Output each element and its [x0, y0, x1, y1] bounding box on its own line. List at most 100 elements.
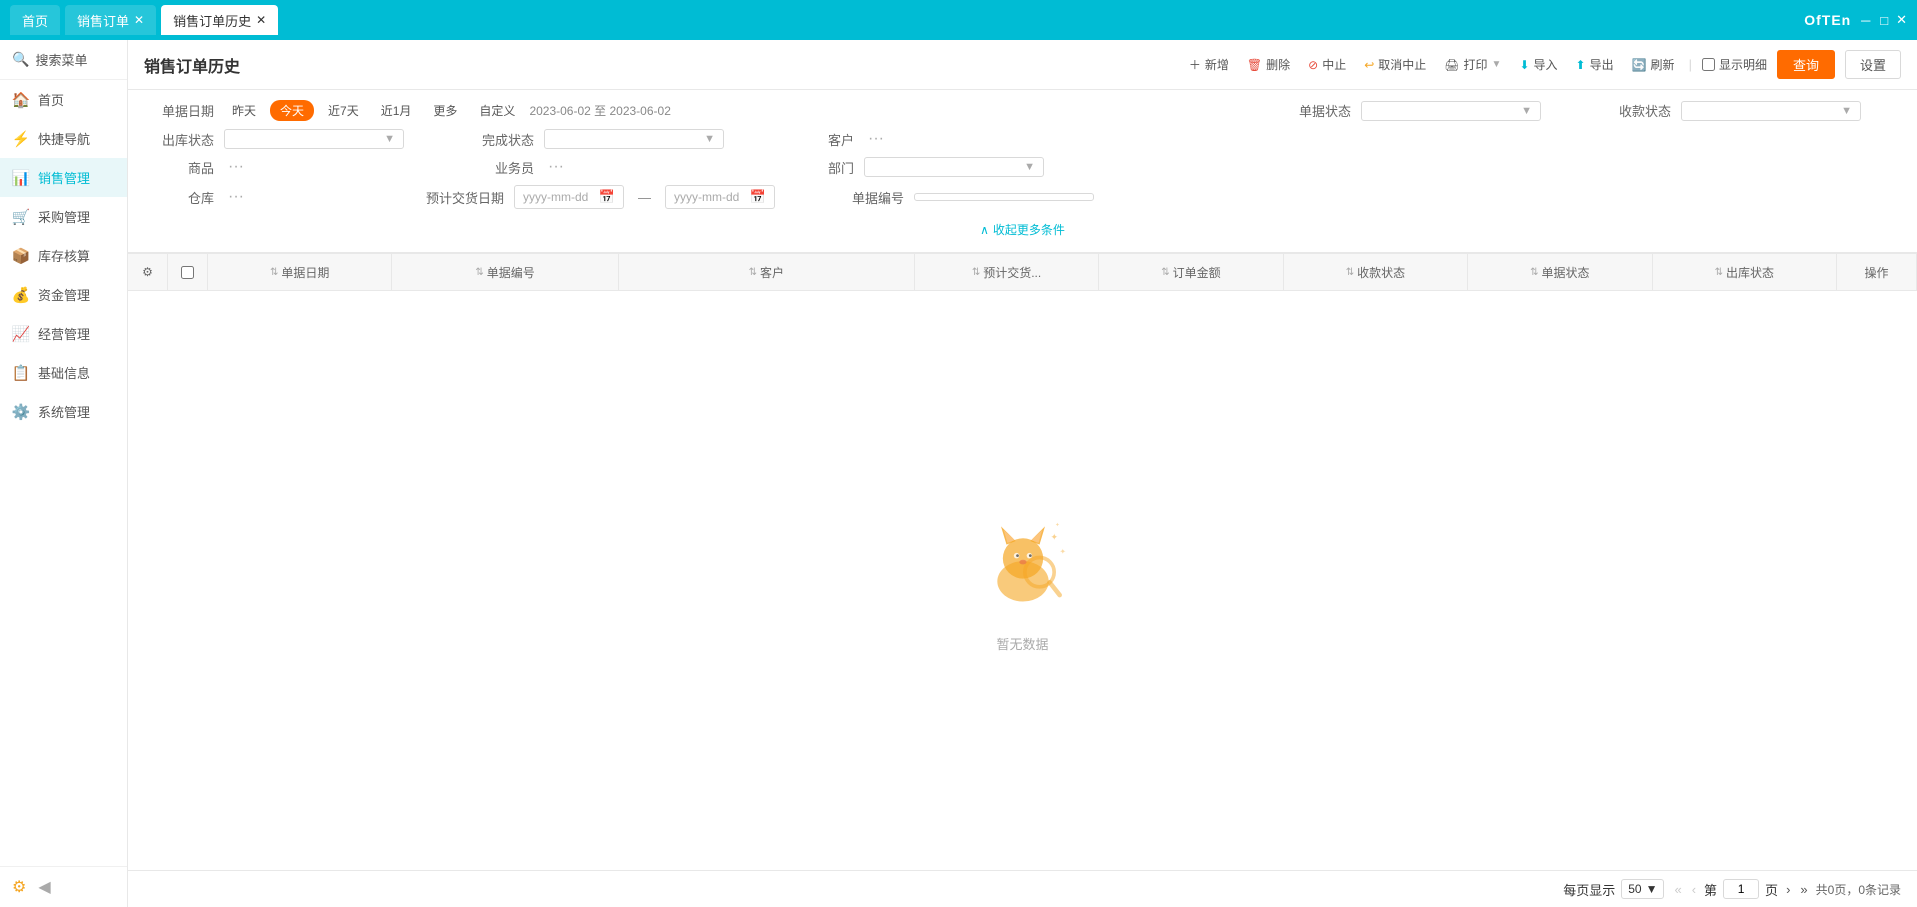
set-button[interactable]: 设置: [1845, 50, 1901, 79]
expected-date-label: 预计交货日期: [424, 188, 514, 207]
filter-area: 单据日期 昨天 今天 近7天 近1月 更多 自定义 2023-06-02 至 2…: [128, 90, 1917, 253]
import-button[interactable]: ⬇ 导入: [1515, 54, 1561, 75]
minimize-btn[interactable]: －: [1859, 11, 1872, 30]
cal-from-icon: 📅: [599, 189, 615, 205]
pay-status-select[interactable]: ▼: [1681, 101, 1861, 121]
sidebar-item-finance-label: 资金管理: [38, 285, 90, 304]
display-toggle-checkbox[interactable]: [1702, 58, 1715, 71]
date-1month[interactable]: 近1月: [373, 100, 420, 121]
date-more[interactable]: 更多: [425, 100, 465, 121]
first-page-btn[interactable]: «: [1672, 880, 1683, 899]
last-page-btn[interactable]: »: [1798, 880, 1809, 899]
sidebar-item-home[interactable]: 🏠 首页: [0, 80, 127, 119]
salesperson-control: ···: [544, 158, 764, 176]
display-toggle[interactable]: 显示明细: [1702, 56, 1767, 73]
export-button[interactable]: ⬆ 导出: [1572, 54, 1618, 75]
refresh-button[interactable]: 🔄 刷新: [1628, 54, 1679, 75]
th-delivery[interactable]: ⇅ 预计交货...: [915, 254, 1099, 290]
sidebar-item-sales-label: 销售管理: [38, 168, 90, 187]
out-status-label: 出库状态: [144, 130, 224, 149]
warehouse-ellipsis[interactable]: ···: [224, 188, 248, 206]
tab-sales-order-close[interactable]: ✕: [134, 13, 144, 27]
tab-home[interactable]: 首页: [10, 5, 60, 35]
quick-nav-icon: ⚡: [12, 130, 30, 148]
delete-label: 删除: [1266, 56, 1290, 73]
collapse-sidebar-icon[interactable]: ◀: [38, 877, 50, 897]
bill-number-label: 单据编号: [834, 188, 914, 207]
operations-icon: 📈: [12, 325, 30, 343]
complete-status-select[interactable]: ▼: [544, 129, 724, 149]
delete-button[interactable]: 🗑 删除: [1243, 54, 1294, 75]
sidebar-item-purchase[interactable]: 🛒 采购管理: [0, 197, 127, 236]
close-btn[interactable]: ✕: [1896, 12, 1907, 28]
bill-status-select[interactable]: ▼: [1361, 101, 1541, 121]
out-status-select[interactable]: ▼: [224, 129, 404, 149]
date-to-input[interactable]: yyyy-mm-dd 📅: [665, 185, 775, 209]
stop-button[interactable]: ⊘ 中止: [1304, 54, 1350, 75]
th-checkbox[interactable]: [168, 254, 208, 290]
divider: |: [1689, 57, 1692, 72]
prev-page-btn[interactable]: ‹: [1690, 880, 1698, 899]
filter-row-1: 单据日期 昨天 今天 近7天 近1月 更多 自定义 2023-06-02 至 2…: [144, 100, 1901, 121]
settings-bottom-icon[interactable]: ⚙: [12, 877, 26, 897]
salesperson-ellipsis[interactable]: ···: [544, 158, 568, 176]
select-all-checkbox[interactable]: [181, 266, 194, 279]
sidebar-item-basic-info-label: 基础信息: [38, 363, 90, 382]
sort-icon-number: ⇅: [475, 267, 483, 278]
tab-sales-order[interactable]: 销售订单 ✕: [65, 5, 156, 35]
date-from-input[interactable]: yyyy-mm-dd 📅: [514, 185, 624, 209]
sidebar-item-sales[interactable]: 📊 销售管理: [0, 158, 127, 197]
refresh-label: 刷新: [1651, 56, 1675, 73]
th-number[interactable]: ⇅ 单据编号: [392, 254, 618, 290]
date-today[interactable]: 今天: [270, 100, 314, 121]
th-customer[interactable]: ⇅ 客户: [619, 254, 915, 290]
out-status-chevron: ▼: [384, 133, 395, 145]
sidebar-item-inventory[interactable]: 📦 库存核算: [0, 236, 127, 275]
th-pay-status-label: 收款状态: [1357, 264, 1405, 281]
sort-icon-pay: ⇅: [1346, 267, 1354, 278]
date-yesterday[interactable]: 昨天: [224, 100, 264, 121]
cancel-stop-button[interactable]: ↩ 取消中止: [1360, 54, 1430, 75]
sidebar-item-system[interactable]: ⚙️ 系统管理: [0, 392, 127, 431]
next-page-btn[interactable]: ›: [1784, 880, 1792, 899]
th-bill-status[interactable]: ⇅ 单据状态: [1468, 254, 1652, 290]
th-amount[interactable]: ⇅ 订单金额: [1099, 254, 1283, 290]
sidebar-item-purchase-label: 采购管理: [38, 207, 90, 226]
page-input[interactable]: [1723, 879, 1759, 899]
svg-text:✦: ✦: [1059, 547, 1065, 556]
tab-sales-order-history-close[interactable]: ✕: [256, 13, 266, 27]
total-info: 共0页，0条记录: [1816, 881, 1901, 898]
sidebar-item-finance[interactable]: 💰 资金管理: [0, 275, 127, 314]
date-7days[interactable]: 近7天: [320, 100, 367, 121]
th-out-status[interactable]: ⇅ 出库状态: [1653, 254, 1837, 290]
print-icon: 🖨: [1444, 58, 1459, 72]
dept-select[interactable]: ▼: [864, 157, 1044, 177]
add-icon: ＋: [1189, 56, 1201, 73]
table-header: ⚙ ⇅ 单据日期 ⇅ 单据编号 ⇅ 客户 ⇅: [128, 253, 1917, 291]
th-customer-label: 客户: [760, 264, 784, 281]
sidebar-search[interactable]: 🔍 搜索菜单: [0, 40, 127, 80]
page-suffix: 页: [1765, 880, 1778, 899]
complete-status-label: 完成状态: [464, 130, 544, 149]
bill-number-input[interactable]: [914, 193, 1094, 201]
customer-ellipsis[interactable]: ···: [864, 130, 888, 148]
th-action: 操作: [1837, 254, 1917, 290]
sidebar-item-operations[interactable]: 📈 经营管理: [0, 314, 127, 353]
th-date[interactable]: ⇅ 单据日期: [208, 254, 392, 290]
collapse-row[interactable]: ∧ 收起更多条件: [144, 217, 1901, 242]
product-ellipsis[interactable]: ···: [224, 158, 248, 176]
per-page-select[interactable]: 50 ▼: [1621, 879, 1664, 899]
tab-sales-order-history[interactable]: 销售订单历史 ✕: [161, 5, 278, 35]
search-icon: 🔍: [12, 51, 29, 68]
sidebar-item-basic-info[interactable]: 📋 基础信息: [0, 353, 127, 392]
sidebar-item-quick-nav[interactable]: ⚡ 快捷导航: [0, 119, 127, 158]
th-settings[interactable]: ⚙: [128, 254, 168, 290]
th-pay-status[interactable]: ⇅ 收款状态: [1284, 254, 1468, 290]
salesperson-label: 业务员: [464, 158, 544, 177]
query-button[interactable]: 查询: [1777, 50, 1835, 79]
date-custom[interactable]: 自定义: [471, 100, 523, 121]
print-button[interactable]: 🖨 打印 ▼: [1440, 54, 1505, 75]
tab-sales-order-label: 销售订单: [77, 11, 129, 30]
maximize-btn[interactable]: □: [1880, 13, 1888, 28]
add-button[interactable]: ＋ 新增: [1185, 54, 1233, 75]
